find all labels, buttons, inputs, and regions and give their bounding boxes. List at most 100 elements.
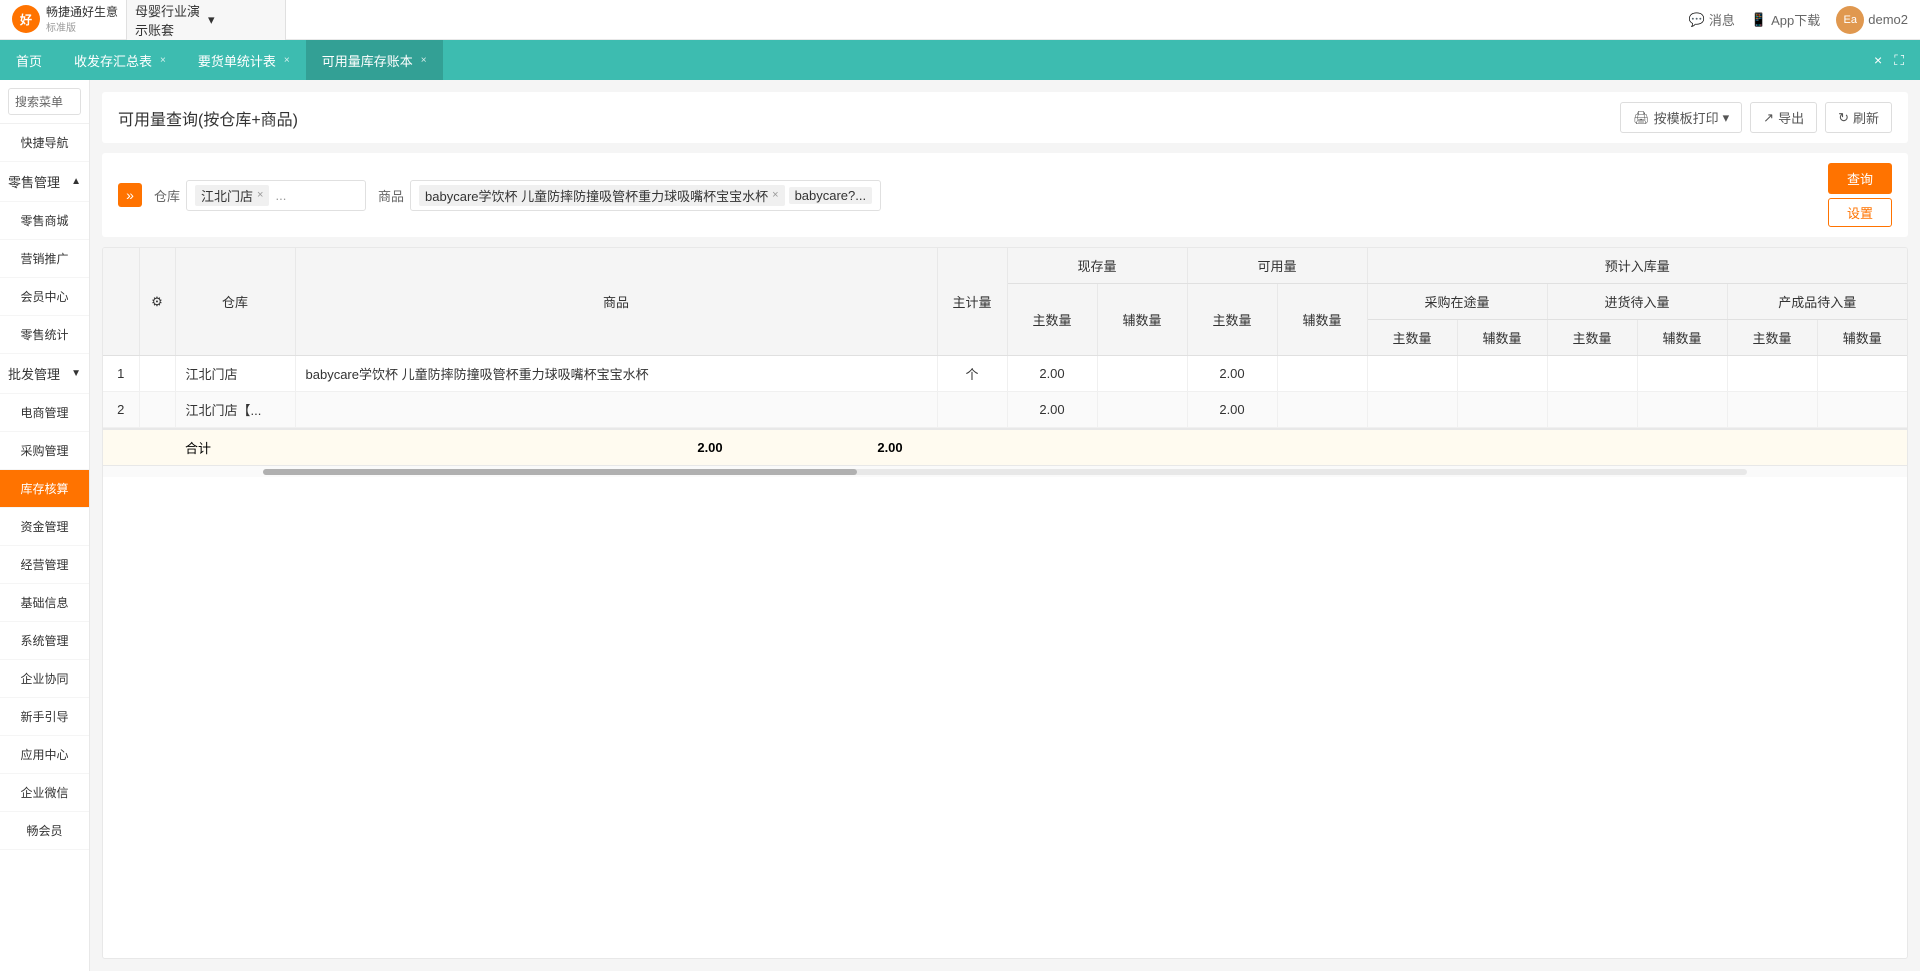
cell-purchase-main-2 <box>1367 392 1457 428</box>
sidebar-item-inventory[interactable]: 库存核算 <box>0 470 89 508</box>
cell-production-main-2 <box>1727 392 1817 428</box>
th-product: 商品 <box>295 248 937 356</box>
sidebar-item-app-center[interactable]: 应用中心 <box>0 736 89 774</box>
query-button[interactable]: 查询 <box>1828 163 1892 194</box>
table-body: 1 江北门店 babycare学饮杯 儿童防摔防撞吸管杯重力球吸嘴杯宝宝水杯 个… <box>103 356 1907 428</box>
sidebar: 搜索菜单 快捷导航 零售管理 ▲ 零售商城 营销推广 会员中心 零售统计 批发管… <box>0 80 90 971</box>
th-inbound: 进货待入量 <box>1547 284 1727 320</box>
export-button[interactable]: ↗ 导出 <box>1750 102 1817 133</box>
sidebar-item-newbie[interactable]: 新手引导 <box>0 698 89 736</box>
product-input[interactable]: babycare学饮杯 儿童防摔防撞吸管杯重力球吸嘴杯宝宝水杯 × babyca… <box>410 180 881 211</box>
sidebar-item-basic-info[interactable]: 基础信息 <box>0 584 89 622</box>
cell-inbound-aux-1 <box>1637 356 1727 392</box>
sidebar-item-operations[interactable]: 经营管理 <box>0 546 89 584</box>
cell-purchase-main-1 <box>1367 356 1457 392</box>
sidebar-item-retail-management[interactable]: 零售管理 ▲ <box>0 162 89 202</box>
sidebar-item-system[interactable]: 系统管理 <box>0 622 89 660</box>
sidebar-item-member[interactable]: 畅会员 <box>0 812 89 850</box>
cell-stock-aux-1 <box>1097 356 1187 392</box>
settings-button[interactable]: 设置 <box>1828 198 1892 227</box>
sidebar-item-ecommerce[interactable]: 电商管理 <box>0 394 89 432</box>
print-label: 按模板打印 <box>1654 108 1719 127</box>
sidebar-item-wecom[interactable]: 企业微信 <box>0 774 89 812</box>
horizontal-scrollbar[interactable] <box>103 465 1907 477</box>
footer-avail-main: 2.00 <box>845 440 935 455</box>
sidebar-item-retail-stats[interactable]: 零售统计 <box>0 316 89 354</box>
tab-stock-summary[interactable]: 收发存汇总表 × <box>58 40 182 80</box>
th-inbound-aux: 辅数量 <box>1637 320 1727 356</box>
user-area[interactable]: Ea demo2 <box>1836 6 1908 34</box>
cell-inbound-main-1 <box>1547 356 1637 392</box>
sidebar-item-member-center[interactable]: 会员中心 <box>0 278 89 316</box>
logo-icon: 好 <box>12 5 40 33</box>
cell-production-main-1 <box>1727 356 1817 392</box>
username: demo2 <box>1868 12 1908 27</box>
th-avail-aux: 辅数量 <box>1277 284 1367 356</box>
cell-warehouse-1: 江北门店 <box>175 356 295 392</box>
top-bar-right: 💬 消息 📱 App下载 Ea demo2 <box>1689 6 1908 34</box>
table-row: 2 江北门店【... 2.00 2.00 <box>103 392 1907 428</box>
cell-avail-main-1: 2.00 <box>1187 356 1277 392</box>
download-icon: 📱 <box>1751 12 1767 28</box>
app-download-button[interactable]: 📱 App下载 <box>1751 10 1820 29</box>
warehouse-dots[interactable]: ... <box>273 188 288 203</box>
tab-order-stats[interactable]: 要货单统计表 × <box>182 40 306 80</box>
tab-stock-summary-close[interactable]: × <box>160 55 166 66</box>
logo-area: 好 畅捷通好生意 标准版 <box>12 5 118 34</box>
data-table: ⚙ 仓库 商品 主计量 现存量 可用量 预计入库量 主数量 辅数量 主数量 辅数… <box>103 248 1907 428</box>
page-actions: 🖨 按模板打印 ▾ ↗ 导出 ↻ 刷新 <box>1620 102 1892 133</box>
cell-avail-main-2: 2.00 <box>1187 392 1277 428</box>
product-filter-group: 商品 babycare学饮杯 儿童防摔防撞吸管杯重力球吸嘴杯宝宝水杯 × bab… <box>378 180 881 211</box>
tab-home-label: 首页 <box>16 51 42 70</box>
tab-order-stats-close[interactable]: × <box>284 55 290 66</box>
export-label: 导出 <box>1778 108 1804 127</box>
sidebar-search-area: 搜索菜单 <box>0 80 89 124</box>
sidebar-item-enterprise[interactable]: 企业协同 <box>0 660 89 698</box>
refresh-label: 刷新 <box>1853 108 1879 127</box>
search-menu-button[interactable]: 搜索菜单 <box>8 88 81 115</box>
sidebar-item-quick-nav[interactable]: 快捷导航 <box>0 124 89 162</box>
cell-stock-main-2: 2.00 <box>1007 392 1097 428</box>
tab-available-qty-close[interactable]: × <box>421 55 427 66</box>
expand-button[interactable]: ⛶ <box>1890 48 1908 73</box>
warehouse-tag-remove[interactable]: × <box>257 189 263 201</box>
cell-product-1: babycare学饮杯 儿童防摔防撞吸管杯重力球吸嘴杯宝宝水杯 <box>295 356 937 392</box>
product-tag-1: babycare学饮杯 儿童防摔防撞吸管杯重力球吸嘴杯宝宝水杯 × <box>419 185 785 206</box>
sidebar-item-retail-mall[interactable]: 零售商城 <box>0 202 89 240</box>
tab-home[interactable]: 首页 <box>0 40 58 80</box>
warehouse-tag-text: 江北门店 <box>201 186 253 205</box>
product-label: 商品 <box>378 186 404 205</box>
sidebar-item-finance[interactable]: 资金管理 <box>0 508 89 546</box>
sidebar-item-purchase[interactable]: 采购管理 <box>0 432 89 470</box>
industry-selector-label: 母婴行业演示账套 <box>135 1 204 39</box>
product-tag-2-text: babycare?... <box>795 188 867 203</box>
industry-selector[interactable]: 母婴行业演示账套 ▾ <box>126 0 286 43</box>
tab-available-qty[interactable]: 可用量库存账本 × <box>306 40 443 80</box>
cell-warehouse-2: 江北门店【... <box>175 392 295 428</box>
warehouse-filter-group: 仓库 江北门店 × ... <box>154 180 366 211</box>
print-button[interactable]: 🖨 按模板打印 ▾ <box>1620 102 1742 133</box>
filter-expand-button[interactable]: » <box>118 183 142 207</box>
page-title: 可用量查询(按仓库+商品) <box>118 106 298 130</box>
cell-inbound-main-2 <box>1547 392 1637 428</box>
close-all-tabs-button[interactable]: × <box>1870 48 1886 72</box>
sidebar-item-retail-management-label: 零售管理 <box>8 172 60 191</box>
scroll-track <box>263 469 1747 475</box>
cell-purchase-aux-2 <box>1457 392 1547 428</box>
nav-tabs-end: × ⛶ <box>1870 48 1920 73</box>
warehouse-input[interactable]: 江北门店 × ... <box>186 180 366 211</box>
table-footer-row: 合计 2.00 2.00 <box>103 428 1907 465</box>
refresh-button[interactable]: ↻ 刷新 <box>1825 102 1892 133</box>
gear-icon[interactable]: ⚙ <box>151 294 163 309</box>
th-gear: ⚙ <box>139 248 175 356</box>
sidebar-item-wholesale[interactable]: 批发管理 ▼ <box>0 354 89 394</box>
warehouse-label: 仓库 <box>154 186 180 205</box>
product-tag-1-remove[interactable]: × <box>772 189 778 201</box>
table-row: 1 江北门店 babycare学饮杯 儿童防摔防撞吸管杯重力球吸嘴杯宝宝水杯 个… <box>103 356 1907 392</box>
message-button[interactable]: 💬 消息 <box>1689 10 1735 29</box>
sidebar-item-marketing[interactable]: 营销推广 <box>0 240 89 278</box>
message-icon: 💬 <box>1689 12 1705 28</box>
product-tag-2: babycare?... <box>789 187 873 204</box>
th-production-main: 主数量 <box>1727 320 1817 356</box>
logo-sub: 标准版 <box>46 19 118 34</box>
